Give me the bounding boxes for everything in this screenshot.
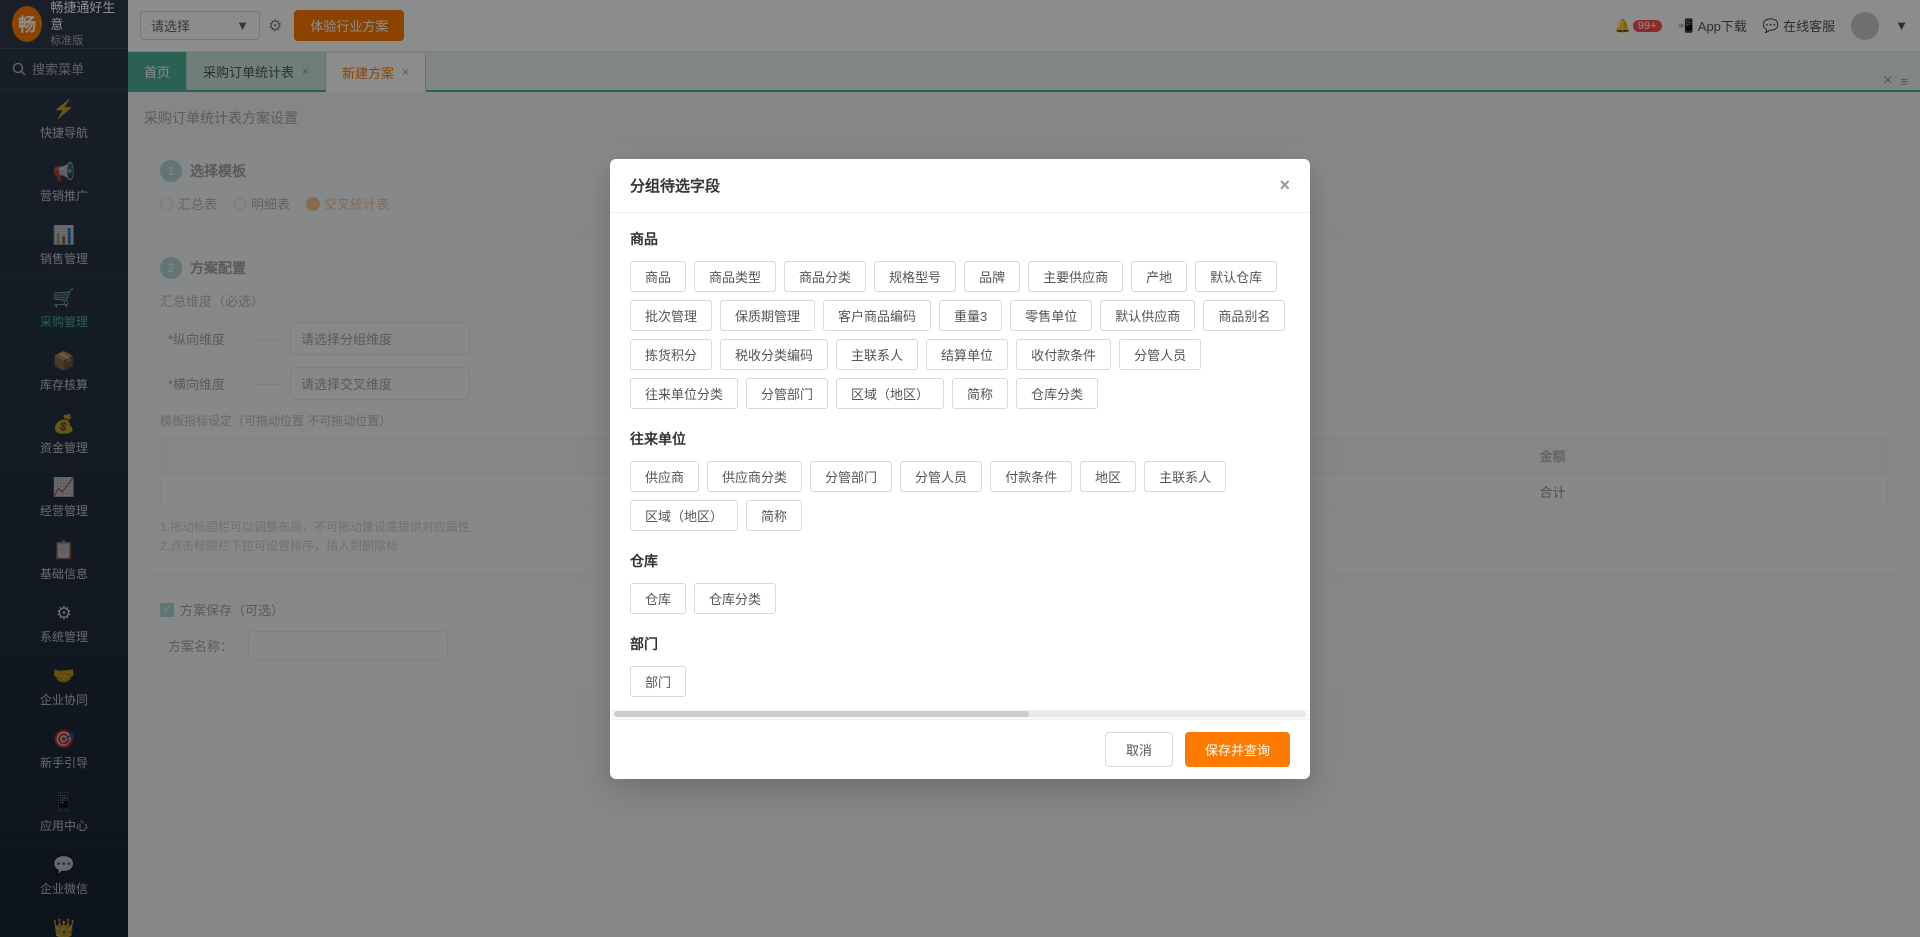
field-tag[interactable]: 付款条件 bbox=[990, 461, 1072, 492]
field-tag[interactable]: 区域（地区） bbox=[836, 378, 944, 409]
field-tag[interactable]: 主要供应商 bbox=[1028, 261, 1123, 292]
field-tag[interactable]: 仓库 bbox=[630, 583, 686, 614]
field-tag[interactable]: 简称 bbox=[952, 378, 1008, 409]
modal-header: 分组待选字段 × bbox=[610, 159, 1310, 213]
field-tag[interactable]: 供应商 bbox=[630, 461, 699, 492]
field-tag[interactable]: 商品 bbox=[630, 261, 686, 292]
field-tag[interactable]: 商品分类 bbox=[784, 261, 866, 292]
cancel-button[interactable]: 取消 bbox=[1105, 732, 1173, 767]
field-tag[interactable]: 仓库分类 bbox=[694, 583, 776, 614]
field-group-department: 部门 部门 bbox=[630, 634, 1290, 697]
field-tag[interactable]: 供应商分类 bbox=[707, 461, 802, 492]
product-fields: 商品 商品类型 商品分类 规格型号 品牌 主要供应商 产地 默认仓库 批次管理 … bbox=[630, 261, 1290, 409]
group-title-warehouse: 仓库 bbox=[630, 551, 1290, 571]
field-tag[interactable]: 重量3 bbox=[939, 300, 1002, 331]
field-tag[interactable]: 批次管理 bbox=[630, 300, 712, 331]
field-group-warehouse: 仓库 仓库 仓库分类 bbox=[630, 551, 1290, 614]
field-tag[interactable]: 地区 bbox=[1080, 461, 1136, 492]
group-title-department: 部门 bbox=[630, 634, 1290, 654]
modal-body: 商品 商品 商品类型 商品分类 规格型号 品牌 主要供应商 产地 默认仓库 批次… bbox=[610, 213, 1310, 711]
partner-fields: 供应商 供应商分类 分管部门 分管人员 付款条件 地区 主联系人 区域（地区） … bbox=[630, 461, 1290, 531]
field-tag[interactable]: 产地 bbox=[1131, 261, 1187, 292]
field-tag[interactable]: 简称 bbox=[746, 500, 802, 531]
modal-footer: 取消 保存并查询 bbox=[610, 719, 1310, 779]
field-tag[interactable]: 保质期管理 bbox=[720, 300, 815, 331]
field-tag[interactable]: 往来单位分类 bbox=[630, 378, 738, 409]
confirm-button[interactable]: 保存并查询 bbox=[1185, 732, 1290, 767]
group-title-products: 商品 bbox=[630, 229, 1290, 249]
field-tag[interactable]: 结算单位 bbox=[926, 339, 1008, 370]
hscroll-track bbox=[614, 711, 1306, 717]
modal-title: 分组待选字段 bbox=[630, 175, 720, 196]
field-tag[interactable]: 商品类型 bbox=[694, 261, 776, 292]
modal-close-btn[interactable]: × bbox=[1279, 175, 1290, 196]
field-tag[interactable]: 拣货积分 bbox=[630, 339, 712, 370]
field-tag[interactable]: 分管部门 bbox=[810, 461, 892, 492]
modal-hscroll bbox=[610, 710, 1310, 718]
department-fields: 部门 bbox=[630, 666, 1290, 697]
field-group-partners: 往来单位 供应商 供应商分类 分管部门 分管人员 付款条件 地区 主联系人 区域… bbox=[630, 429, 1290, 531]
field-tag[interactable]: 税收分类编码 bbox=[720, 339, 828, 370]
group-title-partners: 往来单位 bbox=[630, 429, 1290, 449]
field-tag[interactable]: 零售单位 bbox=[1010, 300, 1092, 331]
warehouse-fields: 仓库 仓库分类 bbox=[630, 583, 1290, 614]
field-tag[interactable]: 品牌 bbox=[964, 261, 1020, 292]
field-tag[interactable]: 商品别名 bbox=[1203, 300, 1285, 331]
field-tag[interactable]: 仓库分类 bbox=[1016, 378, 1098, 409]
field-group-products: 商品 商品 商品类型 商品分类 规格型号 品牌 主要供应商 产地 默认仓库 批次… bbox=[630, 229, 1290, 409]
field-tag[interactable]: 默认仓库 bbox=[1195, 261, 1277, 292]
field-tag[interactable]: 客户商品编码 bbox=[823, 300, 931, 331]
field-tag[interactable]: 区域（地区） bbox=[630, 500, 738, 531]
field-tag[interactable]: 主联系人 bbox=[1144, 461, 1226, 492]
field-tag[interactable]: 主联系人 bbox=[836, 339, 918, 370]
field-selection-modal: 分组待选字段 × 商品 商品 商品类型 商品分类 规格型号 品牌 主要供应商 产… bbox=[610, 159, 1310, 779]
field-tag[interactable]: 部门 bbox=[630, 666, 686, 697]
field-tag[interactable]: 默认供应商 bbox=[1100, 300, 1195, 331]
field-tag[interactable]: 分管部门 bbox=[746, 378, 828, 409]
field-tag[interactable]: 收付款条件 bbox=[1016, 339, 1111, 370]
hscroll-thumb[interactable] bbox=[614, 711, 1029, 717]
field-tag[interactable]: 分管人员 bbox=[1119, 339, 1201, 370]
field-tag[interactable]: 规格型号 bbox=[874, 261, 956, 292]
field-tag[interactable]: 分管人员 bbox=[900, 461, 982, 492]
